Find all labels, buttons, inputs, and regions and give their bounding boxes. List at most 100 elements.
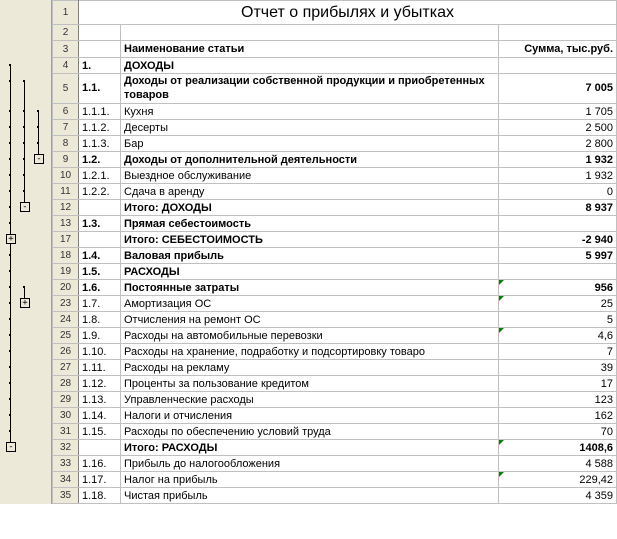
table-row: 61.1.1.Кухня1 705	[53, 104, 617, 120]
report-title: Отчет о прибылях и убытках	[79, 1, 617, 25]
item-value: 2 800	[499, 136, 617, 152]
item-value: 4,6	[499, 328, 617, 344]
item-name: Расходы на хранение, подработку и подсор…	[121, 344, 499, 360]
table-row: 91.2.Доходы от дополнительной деятельнос…	[53, 152, 617, 168]
row-header[interactable]: 31	[53, 424, 79, 440]
item-name: Отчисления на ремонт ОС	[121, 312, 499, 328]
item-value: 4 359	[499, 488, 617, 504]
row-header[interactable]: 32	[53, 440, 79, 456]
col-header-name: Наименование статьи	[121, 41, 499, 58]
item-value: 1 932	[499, 168, 617, 184]
item-value: 1 932	[499, 152, 617, 168]
row-header[interactable]: 3	[53, 41, 79, 58]
row-header[interactable]: 28	[53, 376, 79, 392]
row-header[interactable]: 35	[53, 488, 79, 504]
row-header[interactable]: 27	[53, 360, 79, 376]
cell	[121, 25, 499, 41]
item-name: ДОХОДЫ	[121, 58, 499, 74]
row-header[interactable]: 11	[53, 184, 79, 200]
row-header[interactable]: 24	[53, 312, 79, 328]
item-number: 1.1.1.	[79, 104, 121, 120]
row-header[interactable]: 4	[53, 58, 79, 74]
row-header[interactable]: 13	[53, 216, 79, 232]
row-header[interactable]: 29	[53, 392, 79, 408]
table-row: 2	[53, 25, 617, 41]
table-row: 331.16.Прибыль до налогообложения4 588	[53, 456, 617, 472]
outline-dot	[23, 286, 25, 288]
outline-dot	[37, 142, 39, 144]
item-name: Расходы на рекламу	[121, 360, 499, 376]
outline-collapse-button[interactable]: -	[34, 154, 44, 164]
item-name: Итого: ДОХОДЫ	[121, 200, 499, 216]
item-value: 1408,6	[499, 440, 617, 456]
row-header[interactable]: 25	[53, 328, 79, 344]
outline-collapse-button[interactable]: -	[20, 202, 30, 212]
item-value	[499, 58, 617, 74]
outline-dot	[9, 158, 11, 160]
outline-dot	[9, 350, 11, 352]
row-header[interactable]: 10	[53, 168, 79, 184]
table-row: 291.13.Управленческие расходы123	[53, 392, 617, 408]
item-number: 1.13.	[79, 392, 121, 408]
item-value: 5	[499, 312, 617, 328]
pl-table: 1Отчет о прибылях и убытках23Наименовани…	[52, 0, 617, 504]
table-row: 181.4.Валовая прибыль5 997	[53, 248, 617, 264]
row-header[interactable]: 7	[53, 120, 79, 136]
outline-dot	[9, 174, 11, 176]
table-row: 131.3.Прямая себестоимость	[53, 216, 617, 232]
row-header[interactable]: 30	[53, 408, 79, 424]
outline-dot	[9, 254, 11, 256]
item-name: РАСХОДЫ	[121, 264, 499, 280]
outline-dot	[9, 80, 11, 82]
item-number: 1.2.1.	[79, 168, 121, 184]
row-header[interactable]: 8	[53, 136, 79, 152]
col-header-amount: Сумма, тыс.руб.	[499, 41, 617, 58]
row-header[interactable]: 2	[53, 25, 79, 41]
item-name: Доходы от реализации собственной продукц…	[121, 74, 499, 104]
item-number: 1.18.	[79, 488, 121, 504]
item-name: Расходы по обеспечению условий труда	[121, 424, 499, 440]
item-value: 4 588	[499, 456, 617, 472]
item-value: 25	[499, 296, 617, 312]
item-number: 1.6.	[79, 280, 121, 296]
row-header[interactable]: 18	[53, 248, 79, 264]
item-value: 2 500	[499, 120, 617, 136]
item-number: 1.1.3.	[79, 136, 121, 152]
outline-dot	[9, 126, 11, 128]
row-header[interactable]: 17	[53, 232, 79, 248]
table-row: 3 Наименование статьиСумма, тыс.руб.	[53, 41, 617, 58]
row-header[interactable]: 20	[53, 280, 79, 296]
outline-collapse-button[interactable]: -	[6, 442, 16, 452]
row-header[interactable]: 1	[53, 1, 79, 25]
outline-dot	[23, 80, 25, 82]
row-header[interactable]: 12	[53, 200, 79, 216]
outline-dot	[9, 270, 11, 272]
item-name: Итого: СЕБЕСТОИМОСТЬ	[121, 232, 499, 248]
item-number: 1.	[79, 58, 121, 74]
item-value: 1 705	[499, 104, 617, 120]
row-header[interactable]: 23	[53, 296, 79, 312]
item-name: Валовая прибыль	[121, 248, 499, 264]
outline-expand-button[interactable]: +	[6, 234, 16, 244]
item-name: Доходы от дополнительной деятельности	[121, 152, 499, 168]
table-row: 201.6.Постоянные затраты956	[53, 280, 617, 296]
row-header[interactable]: 19	[53, 264, 79, 280]
item-number: 1.8.	[79, 312, 121, 328]
table-row: 1Отчет о прибылях и убытках	[53, 1, 617, 25]
item-number: 1.12.	[79, 376, 121, 392]
outline-dot	[9, 414, 11, 416]
item-number: 1.1.2.	[79, 120, 121, 136]
row-header[interactable]: 33	[53, 456, 79, 472]
item-name: Налоги и отчисления	[121, 408, 499, 424]
item-value: 5 997	[499, 248, 617, 264]
row-header[interactable]: 9	[53, 152, 79, 168]
row-header[interactable]: 5	[53, 74, 79, 104]
outline-dot	[23, 174, 25, 176]
row-header[interactable]: 6	[53, 104, 79, 120]
outline-line	[38, 111, 39, 159]
item-name: Управленческие расходы	[121, 392, 499, 408]
table-row: 111.2.2.Сдача в аренду0	[53, 184, 617, 200]
outline-expand-button[interactable]: +	[20, 298, 30, 308]
row-header[interactable]: 34	[53, 472, 79, 488]
row-header[interactable]: 26	[53, 344, 79, 360]
